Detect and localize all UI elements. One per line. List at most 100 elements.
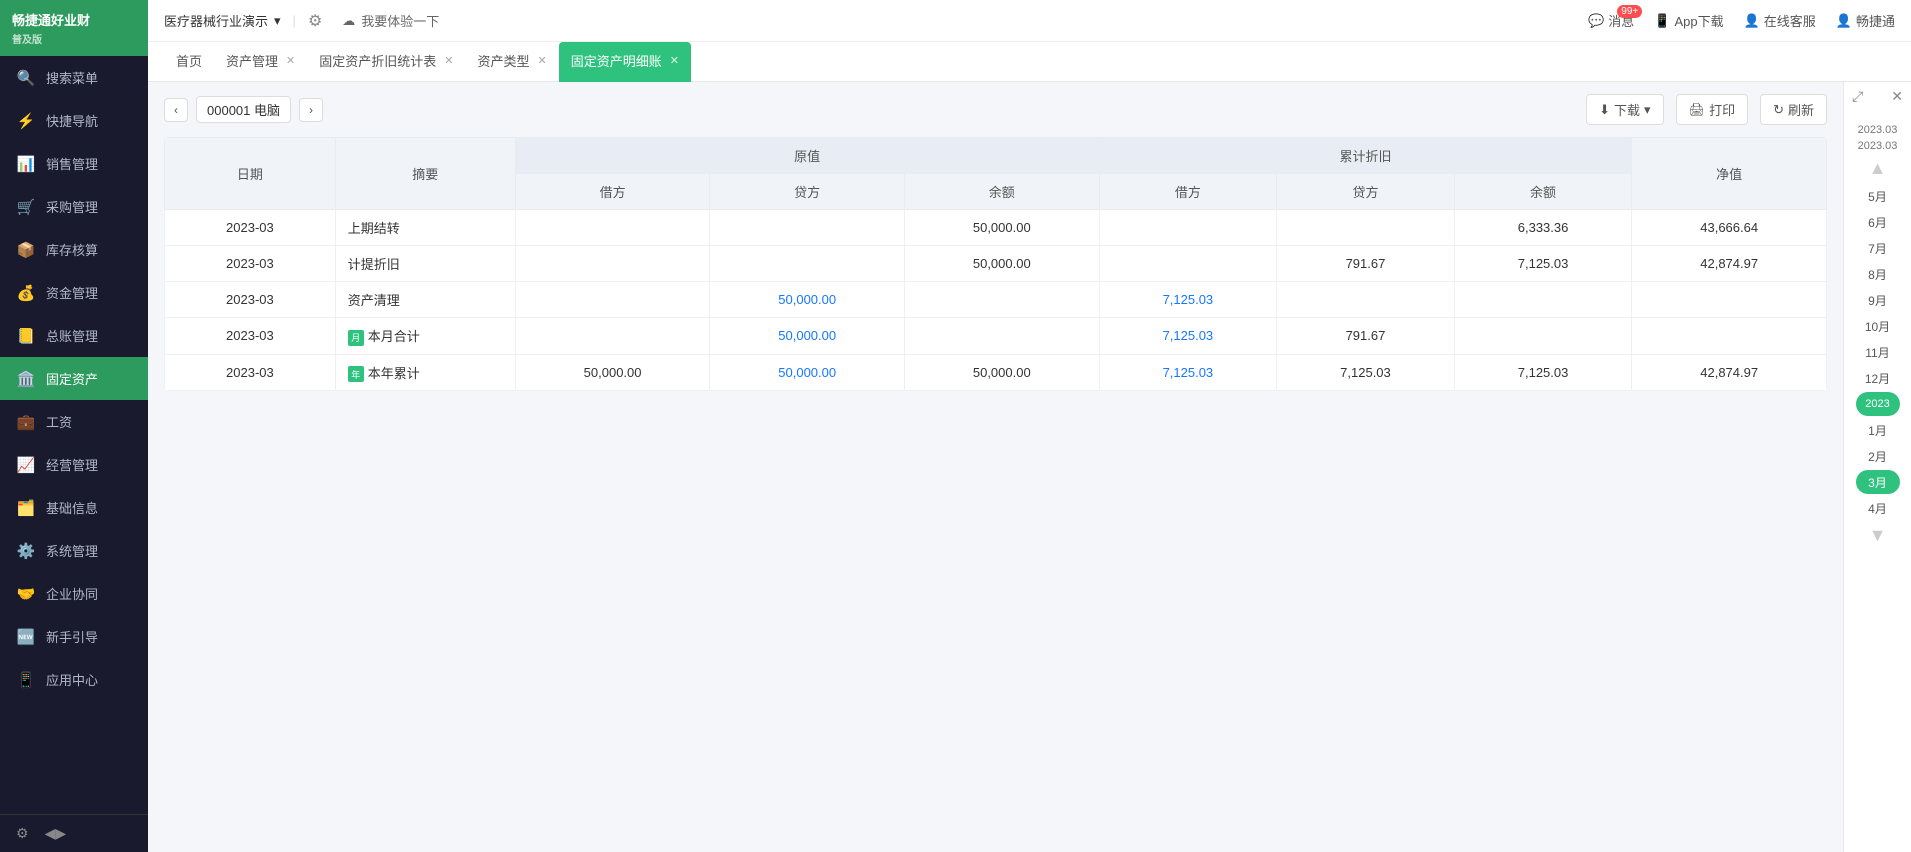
msg-btn[interactable]: 💬 消息 99+ [1588,11,1634,30]
sidebar-item-purchase[interactable]: 🛒 采购管理 [0,185,148,228]
timeline-month-12[interactable]: 12月 [1856,366,1900,390]
sidebar-item-basic[interactable]: 🗂️ 基础信息 [0,486,148,529]
sidebar-label-search: 搜索菜单 [46,68,98,87]
td-yc-debit [515,318,710,355]
sidebar-item-sales[interactable]: 📊 销售管理 [0,142,148,185]
sidebar-item-search[interactable]: 🔍 搜索菜单 [0,56,148,99]
timeline-month-10[interactable]: 10月 [1856,314,1900,338]
refresh-btn[interactable]: ↻ 刷新 [1760,94,1827,125]
sidebar-settings-icon[interactable]: ⚙ [16,825,29,842]
timeline-expand-btn[interactable]: ⤢ [1852,88,1863,105]
sidebar-icon-quick: ⚡ [16,112,36,130]
experience-label: 我要体验一下 [361,11,439,30]
asset-id-box: 000001 电脑 [196,96,291,123]
sidebar-item-ledger[interactable]: 📒 总账管理 [0,314,148,357]
timeline-month-2[interactable]: 2月 [1856,444,1900,468]
sidebar-item-apps[interactable]: 📱 应用中心 [0,658,148,701]
sidebar-item-business[interactable]: 📈 经营管理 [0,443,148,486]
th-net: 净值 [1632,138,1827,210]
timeline-year-badge[interactable]: 2023 [1856,392,1900,416]
tab-asset-detail[interactable]: 固定资产明细账 ✕ [559,42,691,82]
tabs-bar: 首页 资产管理 ✕ 固定资产折旧统计表 ✕ 资产类型 ✕ 固定资产明细账 ✕ [148,42,1911,82]
topbar-separator: | [293,13,296,28]
download-label: 下载 [1614,100,1640,119]
timeline-month-3[interactable]: 3月 [1856,470,1900,494]
td-yc-debit: 50,000.00 [515,354,710,391]
next-asset-btn[interactable]: › [299,98,323,122]
prev-asset-btn[interactable]: ‹ [164,98,188,122]
sidebar-footer: ⚙ ◀▶ [0,814,148,852]
company-selector[interactable]: 医疗器械行业演示 ▾ [164,11,281,30]
th-leijijiezhu: 累计折旧 [1099,138,1632,174]
tab-depreciation-close[interactable]: ✕ [444,54,453,67]
sidebar-item-payroll[interactable]: 💼 工资 [0,400,148,443]
td-memo: 计提折旧 [335,246,515,282]
user-icon: 👤 [1836,13,1852,29]
download-btn[interactable]: ⬇ 下载 ▾ [1586,94,1663,125]
download-icon: ⬇ [1599,102,1610,118]
experience-btn[interactable]: ☁ 我要体验一下 [342,11,439,30]
tab-home-label: 首页 [176,51,202,70]
tab-asset-detail-close[interactable]: ✕ [670,54,679,67]
table-row: 2023-03 年本年累计 50,000.00 50,000.00 50,000… [165,354,1827,391]
td-date: 2023-03 [165,246,336,282]
topbar-setting-icon[interactable]: ⚙ [308,11,322,31]
timeline-month-11[interactable]: 11月 [1856,340,1900,364]
timeline-month-4[interactable]: 4月 [1856,496,1900,520]
sidebar-item-system[interactable]: ⚙️ 系统管理 [0,529,148,572]
sidebar-collapse-icon[interactable]: ◀▶ [45,825,67,842]
sidebar-item-quick[interactable]: ⚡ 快捷导航 [0,99,148,142]
sidebar-icon-system: ⚙️ [16,542,36,560]
sidebar-item-fixed[interactable]: 🏛️ 固定资产 [0,357,148,400]
timeline-month-5[interactable]: 5月 [1856,184,1900,208]
tab-asset-mgmt-close[interactable]: ✕ [286,54,295,67]
td-lj-credit: 7,125.03 [1277,354,1455,391]
print-label: 打印 [1709,100,1735,119]
sidebar-icon-fixed: 🏛️ [16,370,36,388]
td-yc-balance [904,318,1099,355]
app-label: App下载 [1674,11,1723,30]
sidebar-item-inventory[interactable]: 📦 库存核算 [0,228,148,271]
sidebar-item-guide[interactable]: 🆕 新手引导 [0,615,148,658]
tab-depreciation[interactable]: 固定资产折旧统计表 ✕ [307,42,465,82]
asset-id: 000001 电脑 [207,103,280,118]
sidebar-item-collab[interactable]: 🤝 企业协同 [0,572,148,615]
print-btn[interactable]: 🖨 打印 [1676,94,1749,125]
timeline-month-9[interactable]: 9月 [1856,288,1900,312]
sidebar-label-apps: 应用中心 [46,670,98,689]
app-download-btn[interactable]: 📱 App下载 [1654,11,1723,30]
timeline-month-6[interactable]: 6月 [1856,210,1900,234]
sidebar-icon-apps: 📱 [16,671,36,689]
td-memo: 上期结转 [335,210,515,246]
memo-icon: 年 [348,366,364,382]
th-memo: 摘要 [335,138,515,210]
tab-asset-type-close[interactable]: ✕ [538,54,547,67]
td-lj-balance: 7,125.03 [1454,354,1632,391]
timeline-close-btn[interactable]: ✕ [1891,88,1903,105]
timeline-arrow-up[interactable]: ▲ [1865,154,1891,183]
logo-text: 畅捷通好业财 [12,10,90,29]
sidebar-icon-search: 🔍 [16,69,36,87]
timeline-month-1[interactable]: 1月 [1856,418,1900,442]
th-lj-credit: 贷方 [1277,174,1455,210]
sidebar-item-fund[interactable]: 💰 资金管理 [0,271,148,314]
th-date: 日期 [165,138,336,210]
td-yc-debit [515,282,710,318]
td-yc-balance: 50,000.00 [904,354,1099,391]
timeline-month-8[interactable]: 8月 [1856,262,1900,286]
tab-asset-mgmt[interactable]: 资产管理 ✕ [214,42,307,82]
user-btn[interactable]: 👤 畅捷通 [1836,11,1895,30]
td-yc-debit [515,246,710,282]
timeline-month-7[interactable]: 7月 [1856,236,1900,260]
service-btn[interactable]: 👤 在线客服 [1744,11,1816,30]
refresh-icon: ↻ [1773,102,1784,118]
td-date: 2023-03 [165,282,336,318]
sidebar-icon-inventory: 📦 [16,241,36,259]
td-lj-debit [1099,246,1277,282]
td-yc-balance: 50,000.00 [904,246,1099,282]
tab-asset-type[interactable]: 资产类型 ✕ [465,42,558,82]
timeline-arrow-down[interactable]: ▼ [1865,521,1891,550]
td-lj-debit: 7,125.03 [1099,282,1277,318]
td-lj-credit [1277,282,1455,318]
tab-home[interactable]: 首页 [164,42,214,82]
